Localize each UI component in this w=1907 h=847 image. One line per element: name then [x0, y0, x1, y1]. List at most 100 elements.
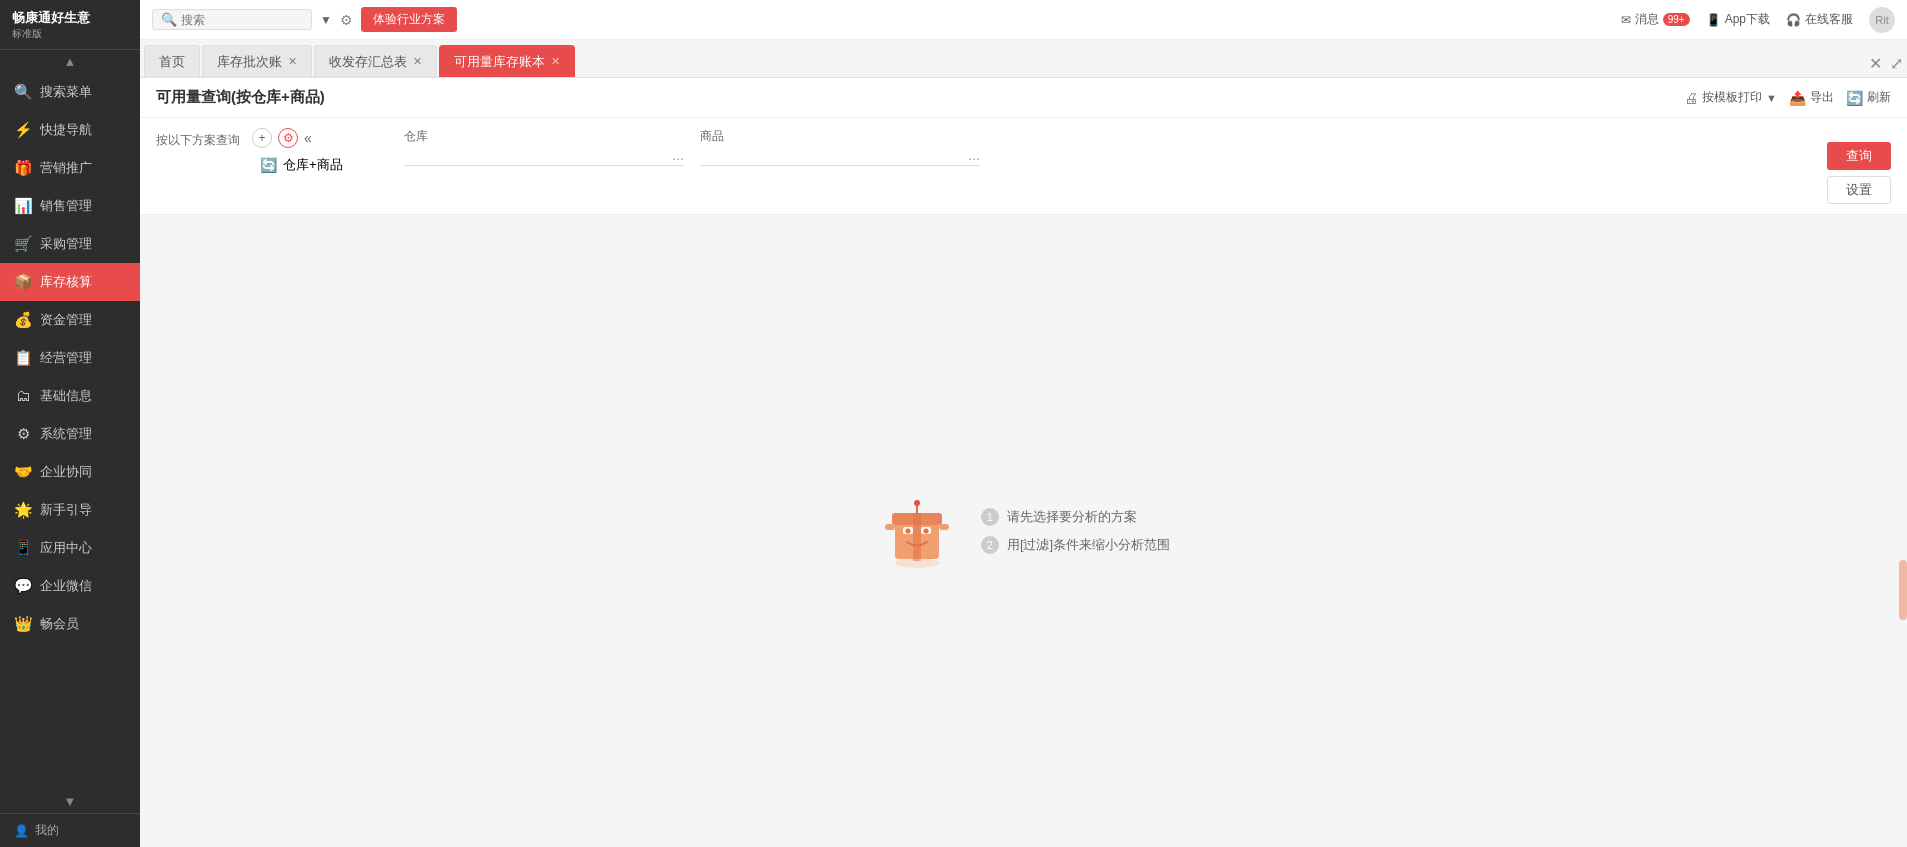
- wechat-icon: 💬: [14, 577, 32, 595]
- message-item[interactable]: ✉ 消息 99+: [1621, 11, 1690, 28]
- tip-text-2: 用[过滤]条件来缩小分析范围: [1007, 536, 1170, 554]
- message-badge: 99+: [1663, 13, 1690, 26]
- empty-tip-1: 1 请先选择要分析的方案: [981, 508, 1170, 526]
- tab-summary[interactable]: 收发存汇总表 ✕: [314, 45, 437, 77]
- sidebar-item-label: 资金管理: [40, 311, 92, 329]
- sidebar-scroll: 🔍 搜索菜单 ⚡ 快捷导航 🎁 营销推广 📊 销售管理 🛒 采购管理 📦 库存核…: [0, 73, 140, 790]
- right-scrollbar[interactable]: [1899, 560, 1907, 620]
- tab-expand-icon[interactable]: ⤢: [1890, 54, 1903, 73]
- tab-batch-close[interactable]: ✕: [288, 55, 297, 68]
- trial-button[interactable]: 体验行业方案: [361, 7, 457, 32]
- sidebar-item-wechat[interactable]: 💬 企业微信: [0, 567, 140, 605]
- warehouse-input[interactable]: [404, 148, 668, 162]
- svg-point-7: [923, 529, 928, 534]
- sidebar-item-finance[interactable]: 💰 资金管理: [0, 301, 140, 339]
- purchase-icon: 🛒: [14, 235, 32, 253]
- print-icon: 🖨: [1684, 90, 1698, 106]
- filter-add-btn[interactable]: +: [252, 128, 272, 148]
- sidebar-item-marketing[interactable]: 🎁 营销推广: [0, 149, 140, 187]
- refresh-icon: 🔄: [1846, 90, 1863, 106]
- filter-action-buttons: 查询 设置: [1827, 128, 1891, 204]
- product-input-wrap: ...: [700, 147, 980, 166]
- filter-collapse-icon[interactable]: «: [304, 130, 312, 146]
- svg-rect-9: [939, 524, 949, 530]
- scroll-up-arrow[interactable]: ▲: [0, 50, 140, 73]
- refresh-action[interactable]: 🔄 刷新: [1846, 89, 1891, 106]
- settings-button[interactable]: 设置: [1827, 176, 1891, 204]
- sidebar-item-label: 搜索菜单: [40, 83, 92, 101]
- sidebar-bottom[interactable]: 👤 我的: [0, 813, 140, 847]
- topbar-search-box[interactable]: 🔍: [152, 9, 312, 30]
- tab-batch[interactable]: 库存批次账 ✕: [202, 45, 312, 77]
- product-more-btn[interactable]: ...: [968, 147, 980, 163]
- topbar-right: ✉ 消息 99+ 📱 App下载 🎧 在线客服 Rit: [1621, 7, 1895, 33]
- sidebar-item-search[interactable]: 🔍 搜索菜单: [0, 73, 140, 111]
- sidebar-item-label: 新手引导: [40, 501, 92, 519]
- tab-summary-close[interactable]: ✕: [413, 55, 422, 68]
- svg-point-6: [905, 529, 910, 534]
- sidebar-item-member[interactable]: 👑 畅会员: [0, 605, 140, 643]
- filter-area: 按以下方案查询 + ⚙ « 🔄 仓库+商品 仓库 ...: [140, 118, 1907, 215]
- scroll-down-arrow[interactable]: ▼: [0, 790, 140, 813]
- sidebar-item-sales[interactable]: 📊 销售管理: [0, 187, 140, 225]
- sidebar-item-label: 快捷导航: [40, 121, 92, 139]
- sidebar-item-shortcut[interactable]: ⚡ 快捷导航: [0, 111, 140, 149]
- topbar-search-input[interactable]: [181, 13, 301, 27]
- page-actions: 🖨 按模板打印 ▼ 📤 导出 🔄 刷新: [1684, 89, 1891, 106]
- filter-scheme-header: + ⚙ «: [252, 128, 392, 148]
- finance-icon: 💰: [14, 311, 32, 329]
- sidebar-item-purchase[interactable]: 🛒 采购管理: [0, 225, 140, 263]
- print-label: 按模板打印: [1702, 89, 1762, 106]
- tab-available-label: 可用量库存账本: [454, 53, 545, 71]
- sidebar-item-basic[interactable]: 🗂 基础信息: [0, 377, 140, 415]
- tab-available[interactable]: 可用量库存账本 ✕: [439, 45, 575, 77]
- app-download-item[interactable]: 📱 App下载: [1706, 11, 1770, 28]
- sidebar-item-inventory[interactable]: 📦 库存核算: [0, 263, 140, 301]
- sidebar-item-apps[interactable]: 📱 应用中心: [0, 529, 140, 567]
- app-label: App下载: [1725, 11, 1770, 28]
- filter-settings-btn[interactable]: ⚙: [278, 128, 298, 148]
- export-label: 导出: [1810, 89, 1834, 106]
- print-action[interactable]: 🖨 按模板打印 ▼: [1684, 89, 1777, 106]
- service-item[interactable]: 🎧 在线客服: [1786, 11, 1853, 28]
- query-button[interactable]: 查询: [1827, 142, 1891, 170]
- tip-num-1: 1: [981, 508, 999, 526]
- warehouse-more-btn[interactable]: ...: [672, 147, 684, 163]
- app-icon: 📱: [1706, 13, 1721, 27]
- sidebar-item-newuser[interactable]: 🌟 新手引导: [0, 491, 140, 529]
- avatar[interactable]: Rit: [1869, 7, 1895, 33]
- product-input[interactable]: [700, 148, 964, 162]
- filter-label: 按以下方案查询: [156, 128, 240, 149]
- print-dropdown-icon[interactable]: ▼: [1766, 92, 1777, 104]
- marketing-icon: 🎁: [14, 159, 32, 177]
- brand-sub: 标准版: [12, 27, 128, 41]
- filter-scheme-item[interactable]: 🔄 仓库+商品: [252, 152, 392, 178]
- filter-product-field: 商品 ...: [700, 128, 980, 166]
- content-area: 可用量查询(按仓库+商品) 🖨 按模板打印 ▼ 📤 导出 🔄 刷新 按以下: [140, 78, 1907, 847]
- topbar-gear-icon[interactable]: ⚙: [340, 12, 353, 28]
- sidebar-item-system[interactable]: ⚙ 系统管理: [0, 415, 140, 453]
- user-icon: 👤: [14, 824, 29, 838]
- warehouse-label: 仓库: [404, 128, 684, 145]
- tab-home[interactable]: 首页: [144, 45, 200, 77]
- sidebar-item-label: 企业协同: [40, 463, 92, 481]
- sidebar-item-operations[interactable]: 📋 经营管理: [0, 339, 140, 377]
- empty-illustration: [877, 491, 957, 571]
- page-titlebar: 可用量查询(按仓库+商品) 🖨 按模板打印 ▼ 📤 导出 🔄 刷新: [140, 78, 1907, 118]
- topbar-dropdown-icon[interactable]: ▼: [320, 13, 332, 27]
- tab-batch-label: 库存批次账: [217, 53, 282, 71]
- sidebar-item-enterprise[interactable]: 🤝 企业协同: [0, 453, 140, 491]
- message-icon: ✉: [1621, 13, 1631, 27]
- tip-num-2: 2: [981, 536, 999, 554]
- tab-close-all-icon[interactable]: ✕: [1869, 54, 1882, 73]
- filter-warehouse-field: 仓库 ...: [404, 128, 684, 166]
- sidebar-item-label: 库存核算: [40, 273, 92, 291]
- sidebar-item-label: 应用中心: [40, 539, 92, 557]
- refresh-label: 刷新: [1867, 89, 1891, 106]
- sidebar-item-label: 销售管理: [40, 197, 92, 215]
- export-action[interactable]: 📤 导出: [1789, 89, 1834, 106]
- sidebar: 畅康通好生意 标准版 ▲ 🔍 搜索菜单 ⚡ 快捷导航 🎁 营销推广 📊 销售管理…: [0, 0, 140, 847]
- tab-available-close[interactable]: ✕: [551, 55, 560, 68]
- message-label: 消息: [1635, 11, 1659, 28]
- apps-icon: 📱: [14, 539, 32, 557]
